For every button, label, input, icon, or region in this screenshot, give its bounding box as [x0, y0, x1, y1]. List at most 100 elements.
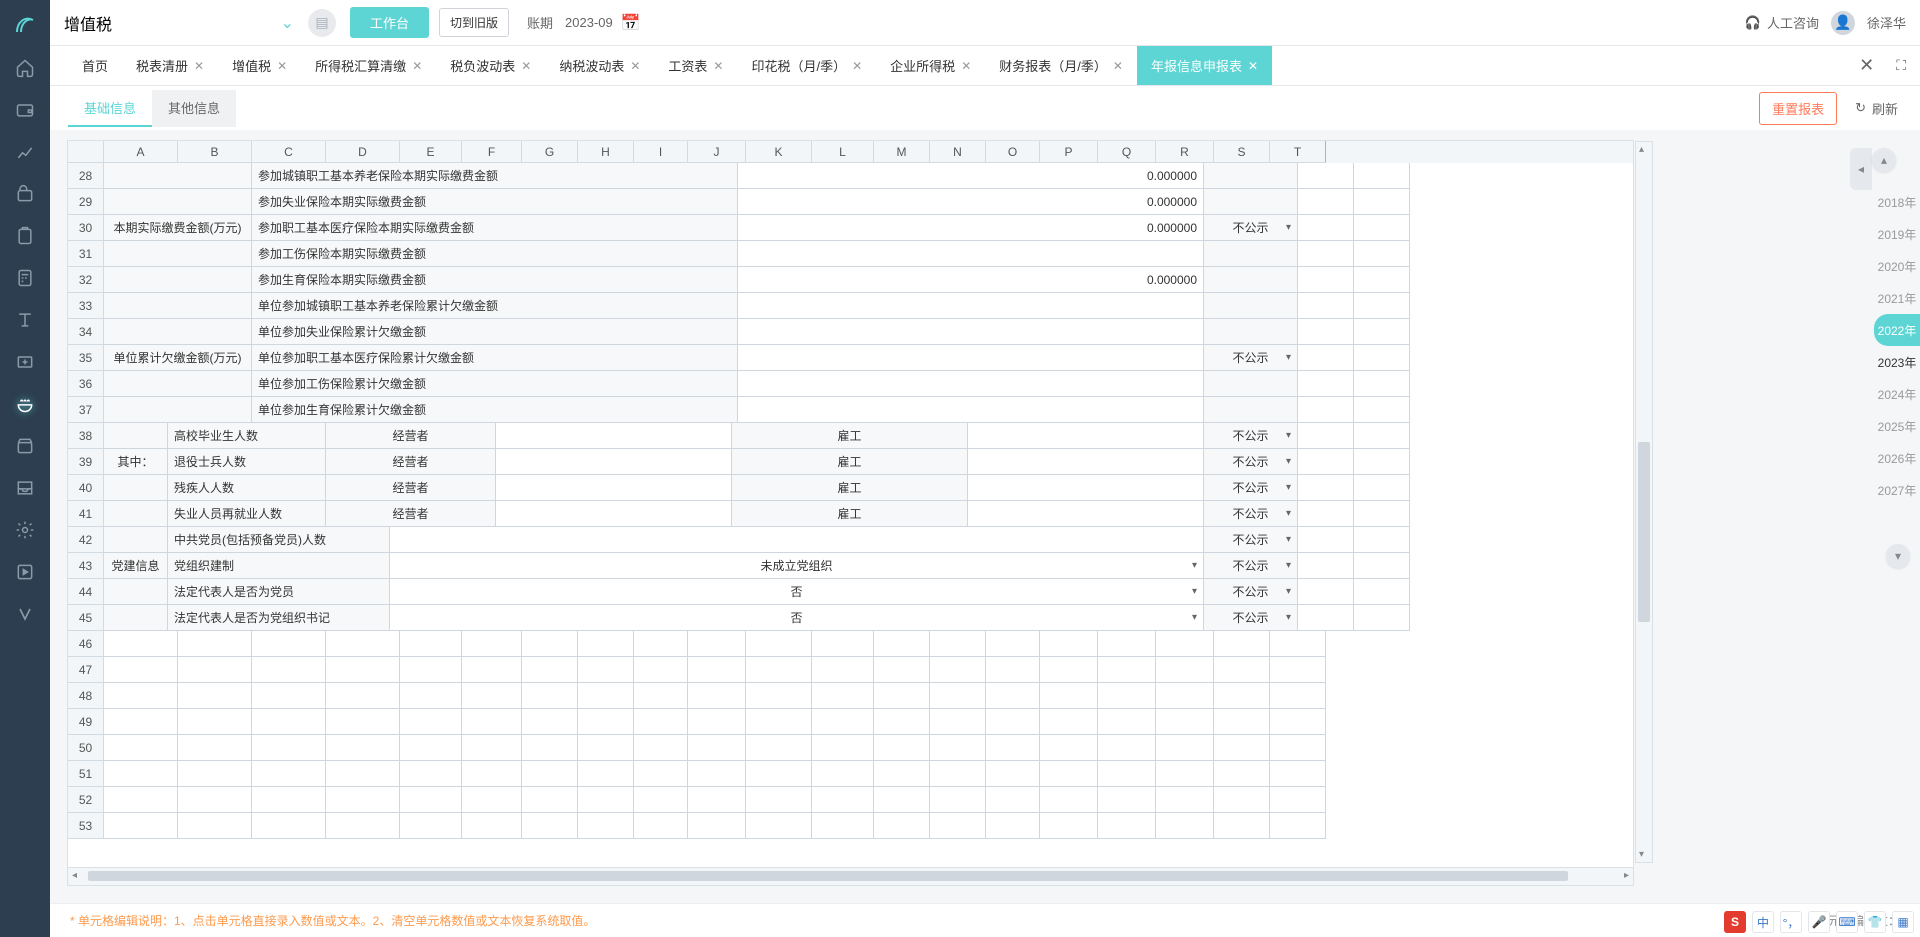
text-icon[interactable] [15, 310, 35, 330]
value-dropdown[interactable]: 未成立党组织 [390, 553, 1204, 579]
empty-cell[interactable] [252, 735, 326, 761]
tab-close-icon[interactable]: ✕ [194, 59, 204, 73]
tab-close-icon[interactable]: ✕ [1113, 59, 1123, 73]
row-header[interactable]: 32 [68, 267, 104, 293]
empty-cell[interactable] [1040, 709, 1098, 735]
empty-cell[interactable] [326, 657, 400, 683]
empty-cell[interactable] [688, 631, 746, 657]
empty-cell[interactable] [688, 683, 746, 709]
bag-icon[interactable] [15, 184, 35, 204]
empty-cell[interactable] [634, 787, 688, 813]
empty-cell[interactable] [1098, 813, 1156, 839]
col-header-F[interactable]: F [462, 141, 522, 163]
company-dropdown[interactable]: 增值税 ⌄ [64, 11, 294, 35]
empty-cell[interactable] [1214, 735, 1270, 761]
row-header[interactable]: 53 [68, 813, 104, 839]
empty-cell[interactable] [1040, 683, 1098, 709]
empty-cell[interactable] [326, 683, 400, 709]
refresh-button[interactable]: ↻ 刷新 [1855, 99, 1898, 118]
empty-cell[interactable] [178, 709, 252, 735]
empty-cell[interactable] [1214, 683, 1270, 709]
row-header[interactable]: 48 [68, 683, 104, 709]
empty-cell[interactable] [578, 787, 634, 813]
tab-4[interactable]: 税负波动表✕ [436, 46, 545, 85]
row-header[interactable]: 29 [68, 189, 104, 215]
tab-close-icon[interactable]: ✕ [1248, 59, 1258, 73]
row-header[interactable]: 52 [68, 787, 104, 813]
year-up-arrow[interactable]: ▴ [1872, 148, 1896, 172]
value-cell[interactable] [968, 475, 1204, 501]
empty-cell[interactable] [252, 709, 326, 735]
row-header[interactable]: 30 [68, 215, 104, 241]
empty-cell[interactable] [746, 813, 812, 839]
empty-cell[interactable] [462, 735, 522, 761]
row-header[interactable]: 36 [68, 371, 104, 397]
empty-cell[interactable] [746, 761, 812, 787]
empty-cell[interactable] [400, 631, 462, 657]
col-header-T[interactable]: T [1270, 141, 1326, 163]
empty-cell[interactable] [688, 813, 746, 839]
value-cell[interactable] [496, 475, 732, 501]
avatar[interactable]: 👤 [1831, 11, 1855, 35]
empty-cell[interactable] [1156, 813, 1214, 839]
empty-cell[interactable] [326, 735, 400, 761]
empty-cell[interactable] [522, 787, 578, 813]
empty-cell[interactable] [578, 761, 634, 787]
empty-cell[interactable] [986, 787, 1040, 813]
empty-cell[interactable] [874, 631, 930, 657]
empty-cell[interactable] [930, 787, 986, 813]
col-header-R[interactable]: R [1156, 141, 1214, 163]
empty-cell[interactable] [1270, 683, 1326, 709]
empty-cell[interactable] [252, 787, 326, 813]
col-header-B[interactable]: B [178, 141, 252, 163]
close-all-tabs[interactable]: ✕ [1851, 51, 1882, 80]
empty-cell[interactable] [178, 683, 252, 709]
publish-dropdown[interactable]: 不公示 [1204, 215, 1298, 241]
row-header[interactable]: 45 [68, 605, 104, 631]
publish-dropdown[interactable]: 不公示 [1204, 605, 1298, 631]
tab-8[interactable]: 企业所得税✕ [876, 46, 985, 85]
clipboard-icon[interactable] [15, 226, 35, 246]
empty-cell[interactable] [688, 787, 746, 813]
year-2023年[interactable]: 2023年 [1874, 346, 1920, 378]
value-cell[interactable] [738, 319, 1204, 345]
switch-old-button[interactable]: 切到旧版 [439, 8, 509, 37]
empty-cell[interactable] [1156, 787, 1214, 813]
empty-cell[interactable] [746, 683, 812, 709]
row-header[interactable]: 49 [68, 709, 104, 735]
empty-cell[interactable] [178, 631, 252, 657]
ime-skin-button[interactable]: 👕 [1864, 911, 1886, 933]
value-cell[interactable]: 0.000000 [738, 215, 1204, 241]
tab-6[interactable]: 工资表✕ [654, 46, 737, 85]
empty-cell[interactable] [1098, 631, 1156, 657]
row-header[interactable]: 43 [68, 553, 104, 579]
empty-cell[interactable] [104, 709, 178, 735]
empty-cell[interactable] [104, 631, 178, 657]
empty-cell[interactable] [1270, 787, 1326, 813]
col-header-A[interactable]: A [104, 141, 178, 163]
empty-cell[interactable] [1098, 709, 1156, 735]
empty-cell[interactable] [1156, 709, 1214, 735]
empty-cell[interactable] [252, 761, 326, 787]
value-cell[interactable]: 0.000000 [738, 189, 1204, 215]
empty-cell[interactable] [252, 657, 326, 683]
ime-punct-button[interactable]: °， [1780, 911, 1802, 933]
empty-cell[interactable] [1098, 683, 1156, 709]
empty-cell[interactable] [746, 657, 812, 683]
row-header[interactable]: 51 [68, 761, 104, 787]
empty-cell[interactable] [986, 813, 1040, 839]
row-header[interactable]: 37 [68, 397, 104, 423]
year-2027年[interactable]: 2027年 [1874, 474, 1920, 506]
calendar-icon[interactable]: 📅 [621, 13, 641, 33]
empty-cell[interactable] [812, 709, 874, 735]
empty-cell[interactable] [1156, 683, 1214, 709]
empty-cell[interactable] [688, 709, 746, 735]
tab-5[interactable]: 纳税波动表✕ [545, 46, 654, 85]
value-dropdown[interactable]: 否 [390, 579, 1204, 605]
empty-cell[interactable] [178, 735, 252, 761]
row-header[interactable]: 44 [68, 579, 104, 605]
empty-cell[interactable] [812, 683, 874, 709]
expand-icon[interactable]: ⛶ [1892, 53, 1910, 78]
empty-cell[interactable] [326, 631, 400, 657]
empty-cell[interactable] [578, 813, 634, 839]
